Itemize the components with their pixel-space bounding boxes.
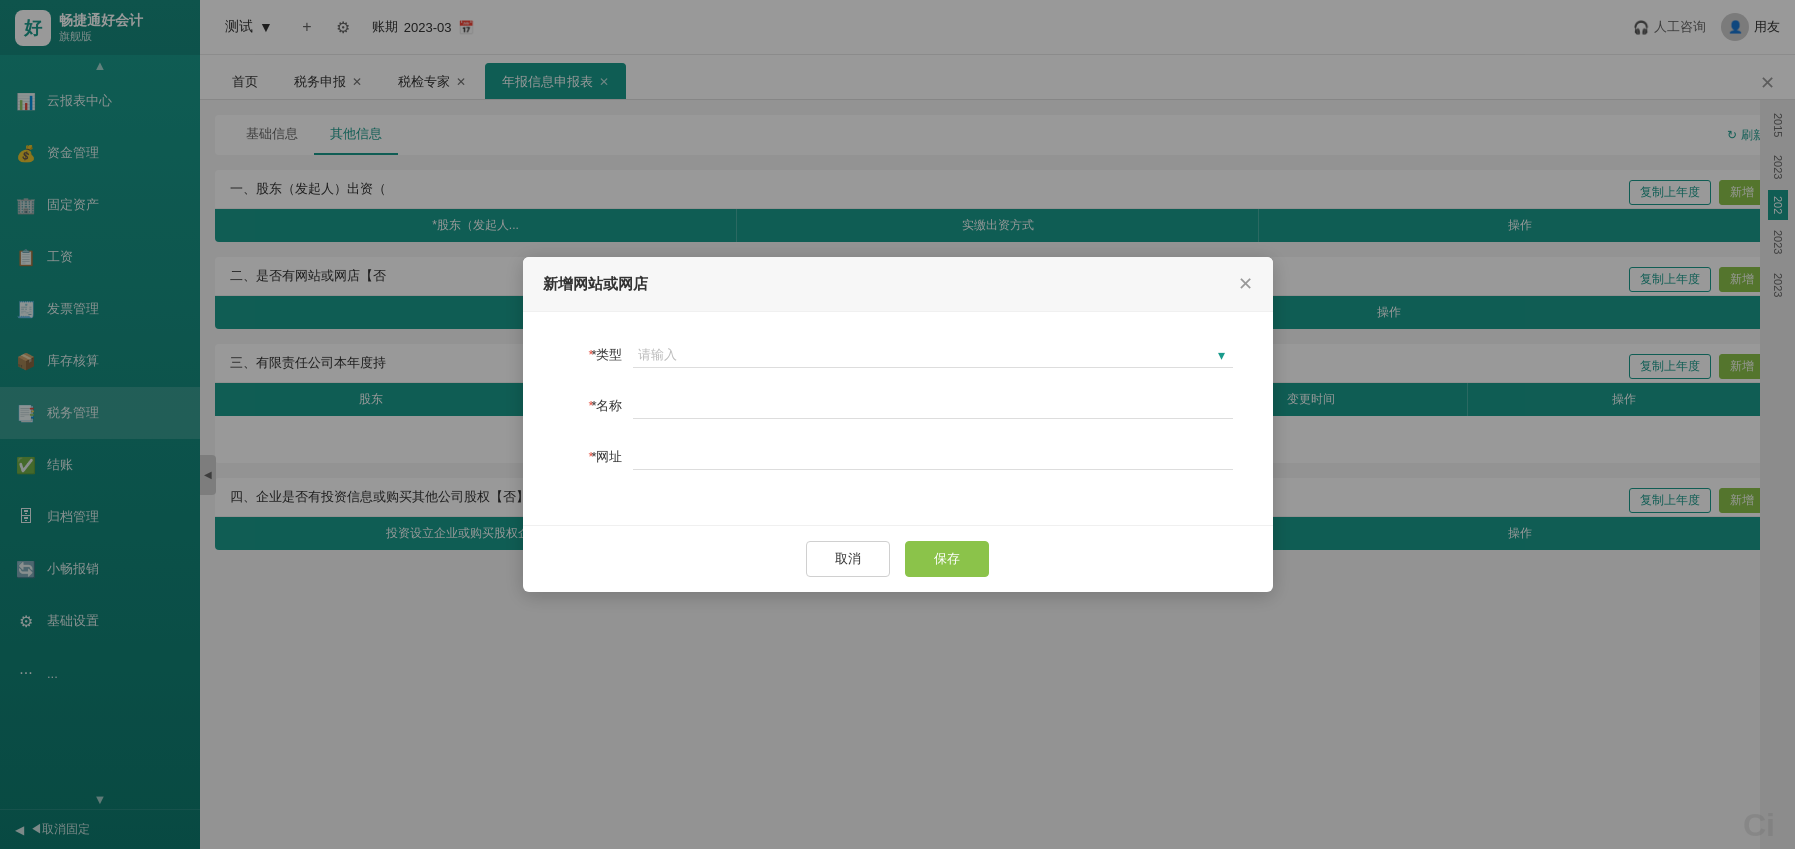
name-input[interactable] bbox=[633, 393, 1233, 418]
form-input-wrap-url bbox=[633, 444, 1233, 470]
form-field-name: **名称 bbox=[563, 393, 1233, 419]
modal-body: **类型 ▾ **名称 **网址 bbox=[523, 312, 1273, 525]
cancel-button[interactable]: 取消 bbox=[806, 541, 890, 577]
modal-title: 新增网站或网店 bbox=[543, 275, 648, 294]
form-input-wrap-type: ▾ bbox=[633, 342, 1233, 368]
modal-overlay: 新增网站或网店 ✕ **类型 ▾ **名称 bbox=[0, 0, 1795, 849]
url-input[interactable] bbox=[633, 444, 1233, 469]
form-label-url: **网址 bbox=[563, 448, 623, 466]
modal-header: 新增网站或网店 ✕ bbox=[523, 257, 1273, 312]
save-button[interactable]: 保存 bbox=[905, 541, 989, 577]
form-label-name: **名称 bbox=[563, 397, 623, 415]
modal-close-button[interactable]: ✕ bbox=[1238, 273, 1253, 295]
form-input-wrap-name bbox=[633, 393, 1233, 419]
form-label-type: **类型 bbox=[563, 346, 623, 364]
modal-footer: 取消 保存 bbox=[523, 525, 1273, 592]
dropdown-icon-type[interactable]: ▾ bbox=[1218, 347, 1225, 363]
form-field-url: **网址 bbox=[563, 444, 1233, 470]
modal-add-website: 新增网站或网店 ✕ **类型 ▾ **名称 bbox=[523, 257, 1273, 592]
form-field-type: **类型 ▾ bbox=[563, 342, 1233, 368]
type-input[interactable] bbox=[633, 342, 1233, 367]
